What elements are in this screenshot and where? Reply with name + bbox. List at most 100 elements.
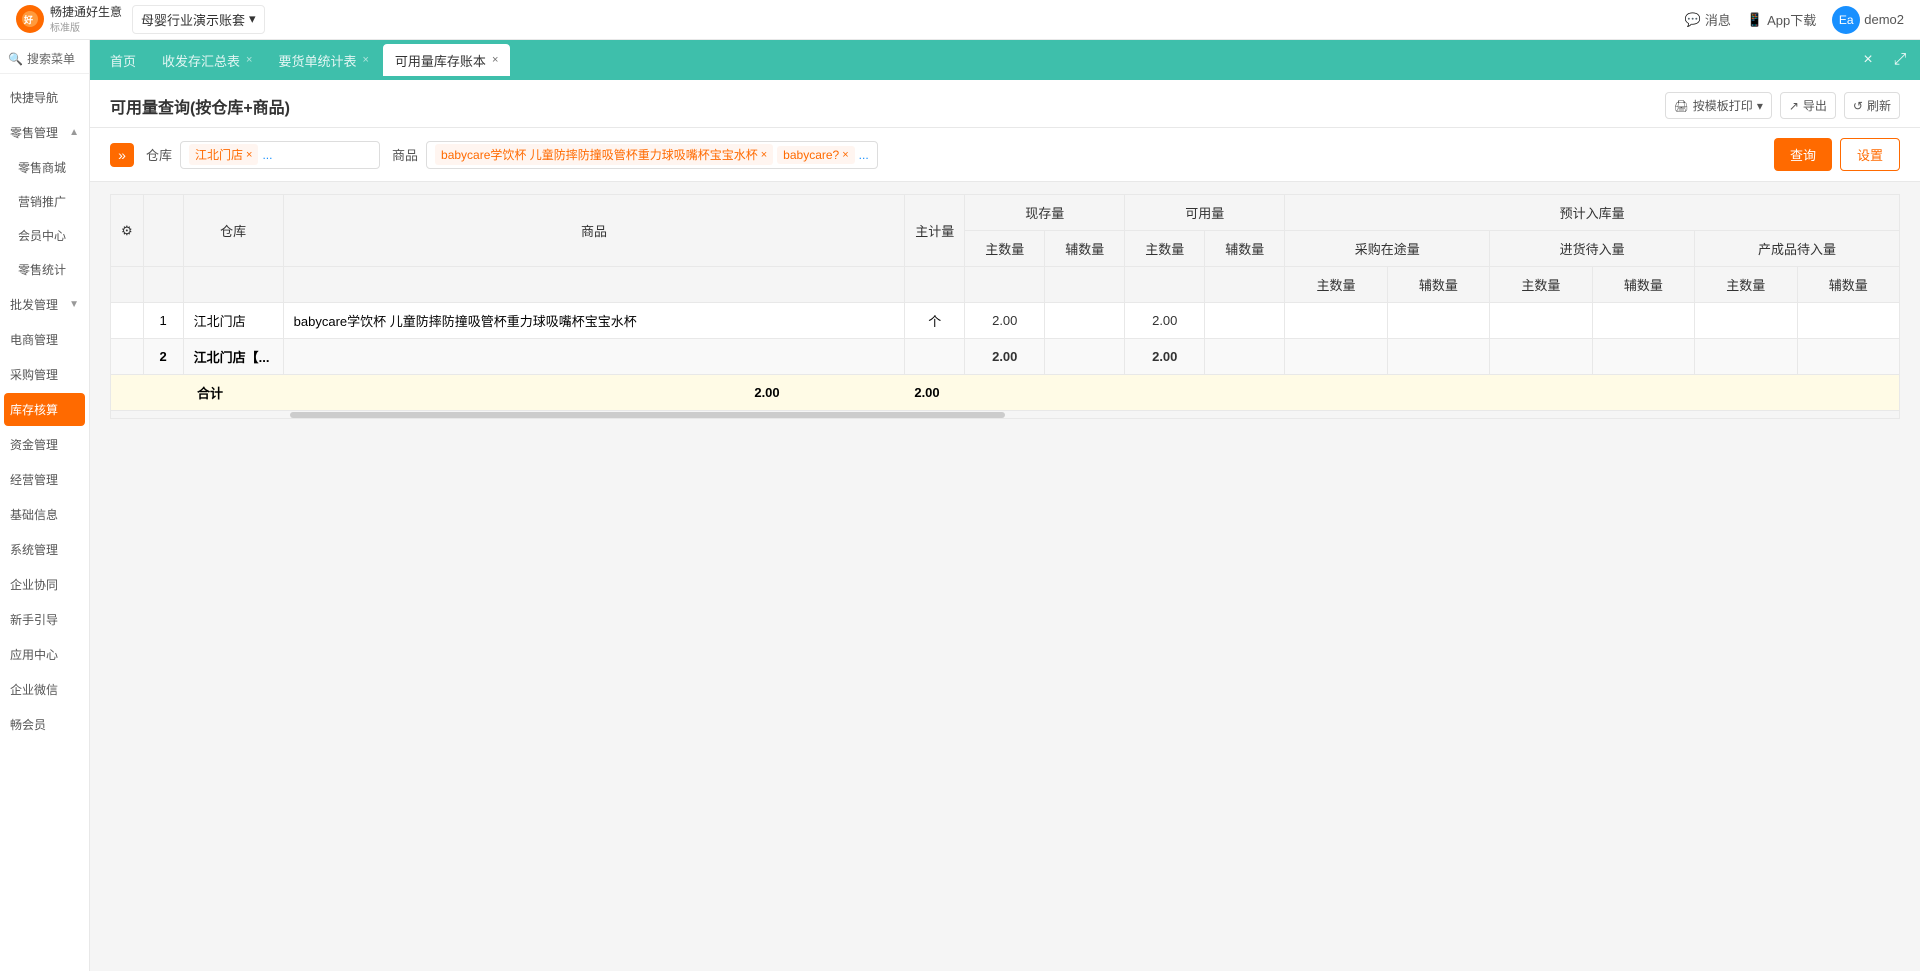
app-download-button[interactable]: 📱 App下载 [1747,10,1816,29]
refresh-button[interactable]: ↺ 刷新 [1844,92,1900,119]
retail-expand-icon: ▲ [69,127,79,138]
col-available-main-sub [1125,267,1205,303]
export-button[interactable]: ↗ 导出 [1780,92,1836,119]
page-content: 可用量查询(按仓库+商品) 🖨 按模板打印 ▾ ↗ 导出 ↺ 刷新 [90,80,1920,971]
page-header-actions: 🖨 按模板打印 ▾ ↗ 导出 ↺ 刷新 [1665,92,1900,119]
tab-bar: 首页 收发存汇总表 × 要货单统计表 × 可用量库存账本 × × ⤢ [90,40,1920,80]
row1-warehouse: 江北门店 [183,303,283,339]
product-filter-group: 商品 babycare学饮杯 儿童防摔防撞吸管杯重力球吸嘴杯宝宝水杯 × bab… [392,141,878,169]
user-name: demo2 [1864,12,1904,27]
col-settings-header[interactable]: ⚙ [111,195,144,267]
col-product-header: 商品 [283,195,905,267]
col-stock-group-header: 现存量 [965,195,1125,231]
row1-purchase-aux [1387,303,1489,339]
product-tag-close-2[interactable]: × [842,149,848,161]
row1-product: babycare学饮杯 儿童防摔防撞吸管杯重力球吸嘴杯宝宝水杯 [283,303,905,339]
row2-unit [905,339,965,375]
close-all-tabs-button[interactable]: × [1856,48,1880,72]
sidebar-item-finance-mgmt[interactable]: 资金管理 [4,428,85,461]
row1-inbound-main [1490,303,1592,339]
col-stock-aux-sub [1045,267,1125,303]
tab-available-close[interactable]: × [492,54,498,66]
filter-expand-button[interactable]: » [110,143,134,167]
col-unit-sub [905,267,965,303]
sidebar-item-basic-info[interactable]: 基础信息 [4,498,85,531]
sidebar-item-ecommerce-mgmt[interactable]: 电商管理 [4,323,85,356]
restore-window-button[interactable]: ⤢ [1888,48,1912,72]
sidebar-item-inventory-check[interactable]: 库存核算 [4,393,85,426]
horizontal-scrollbar[interactable] [110,411,1900,419]
sidebar-item-member[interactable]: 畅会员 [4,708,85,741]
main-layout: 🔍 搜索菜单 快捷导航 零售管理 ▲ 零售商城 营销推广 会员中心 [0,40,1920,971]
sidebar-item-new-guide[interactable]: 新手引导 [4,603,85,636]
col-stock-main-sub [965,267,1045,303]
product-tag-babycare[interactable]: babycare学饮杯 儿童防摔防撞吸管杯重力球吸嘴杯宝宝水杯 × [435,144,773,165]
col-inbound-main-sub: 主数量 [1490,267,1592,303]
message-button[interactable]: 💬 消息 [1685,10,1731,29]
col-production-main-sub: 主数量 [1695,267,1797,303]
col-inbound-group-header: 进货待入量 [1490,231,1695,267]
row2-production-main [1695,339,1797,375]
sidebar-item-retail-mgmt[interactable]: 零售管理 ▲ [4,116,85,149]
row2-purchase-main [1285,339,1387,375]
filter-expand-icon: » [118,147,126,163]
tab-receive-label: 收发存汇总表 [162,51,240,70]
product-tag-close-1[interactable]: × [761,149,767,161]
tab-order-stats[interactable]: 要货单统计表 × [266,44,380,76]
user-profile[interactable]: Ea demo2 [1832,6,1904,34]
col-incoming-group-header: 预计入库量 [1285,195,1900,231]
row1-unit: 个 [905,303,965,339]
sidebar-item-member-center[interactable]: 会员中心 [12,219,85,252]
col-inbound-aux-sub: 辅数量 [1592,267,1694,303]
row2-seq: 2 [143,339,183,375]
sidebar-search[interactable]: 🔍 搜索菜单 [0,40,89,74]
sidebar-item-app-center[interactable]: 应用中心 [4,638,85,671]
product-tag-babycare2[interactable]: babycare? × [777,146,854,164]
sidebar-item-enterprise-wechat[interactable]: 企业微信 [4,673,85,706]
warehouse-filter-label: 仓库 [146,145,172,164]
row2-warehouse: 江北门店【... [183,339,283,375]
top-bar: 好 畅捷通好生意 标准版 母婴行业演示账套 ▾ 💬 消息 📱 App下载 Ea … [0,0,1920,40]
sidebar-item-retail-stats[interactable]: 零售统计 [12,253,85,286]
print-template-button[interactable]: 🖨 按模板打印 ▾ [1665,92,1772,119]
table-scroll[interactable]: ⚙ 仓库 商品 主计量 现存量 可用量 预计入库量 [110,194,1900,375]
product-more-indicator[interactable]: ... [859,148,869,162]
row1-seq: 1 [143,303,183,339]
table-header-row-1: ⚙ 仓库 商品 主计量 现存量 可用量 预计入库量 [111,195,1900,231]
sidebar-item-marketing[interactable]: 营销推广 [12,185,85,218]
data-table: ⚙ 仓库 商品 主计量 现存量 可用量 预计入库量 [110,194,1900,375]
row2-stock-main: 2.00 [965,339,1045,375]
sidebar-item-enterprise-collab[interactable]: 企业协同 [4,568,85,601]
row1-settings [111,303,144,339]
col-available-group-header: 可用量 [1125,195,1285,231]
query-button[interactable]: 查询 [1774,138,1832,171]
warehouse-tag-jiangbei[interactable]: 江北门店 × [189,144,258,165]
settings-button[interactable]: 设置 [1840,138,1900,171]
row2-production-aux [1797,339,1899,375]
tab-receive-close[interactable]: × [246,54,252,66]
row2-available-main: 2.00 [1125,339,1205,375]
warehouse-tag-text: 江北门店 [195,146,243,163]
table-row: 1 江北门店 babycare学饮杯 儿童防摔防撞吸管杯重力球吸嘴杯宝宝水杯 个… [111,303,1900,339]
industry-selector[interactable]: 母婴行业演示账套 ▾ [132,5,265,34]
col-production-aux-sub: 辅数量 [1797,267,1899,303]
logo-icon: 好 [16,5,44,33]
sidebar-item-purchase-mgmt[interactable]: 采购管理 [4,358,85,391]
tab-available-inventory[interactable]: 可用量库存账本 × [383,44,510,76]
sidebar-item-quick-nav[interactable]: 快捷导航 [4,81,85,114]
wholesale-expand-icon: ▼ [69,299,79,310]
warehouse-tag-close[interactable]: × [246,149,252,161]
sidebar-item-wholesale-mgmt[interactable]: 批发管理 ▼ [4,288,85,321]
logo: 好 畅捷通好生意 标准版 [16,5,122,34]
sidebar-item-retail-mall[interactable]: 零售商城 [12,151,85,184]
sidebar-nav: 快捷导航 零售管理 ▲ 零售商城 营销推广 会员中心 零售统计 [0,74,89,748]
warehouse-filter-tags[interactable]: 江北门店 × ... [180,141,380,169]
warehouse-more-indicator[interactable]: ... [262,148,272,162]
tab-home[interactable]: 首页 [98,44,148,76]
tab-available-label: 可用量库存账本 [395,51,486,70]
sidebar-item-system-mgmt[interactable]: 系统管理 [4,533,85,566]
sidebar-item-operations-mgmt[interactable]: 经营管理 [4,463,85,496]
tab-order-close[interactable]: × [362,54,368,66]
tab-receive-send-summary[interactable]: 收发存汇总表 × [150,44,264,76]
product-filter-tags[interactable]: babycare学饮杯 儿童防摔防撞吸管杯重力球吸嘴杯宝宝水杯 × babyca… [426,141,878,169]
